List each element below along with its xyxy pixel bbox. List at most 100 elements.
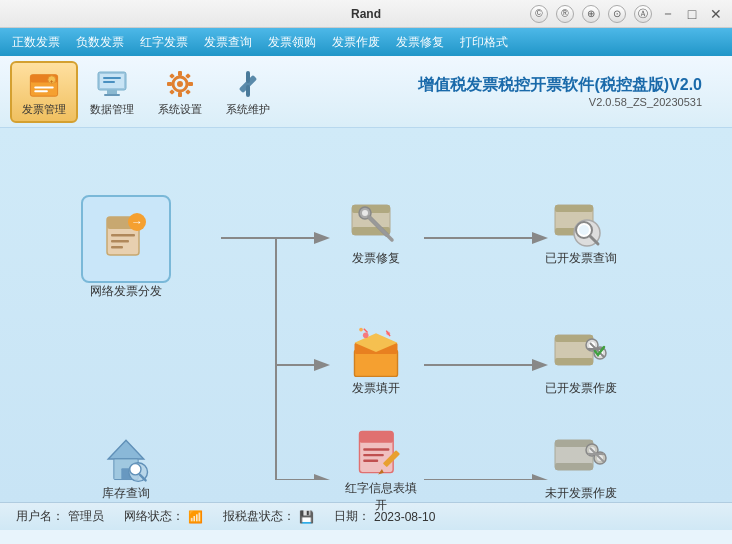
toolbar-sys-maint-label: 系统维护 [226,102,270,117]
status-user: 用户名： 管理员 [16,508,104,525]
icon-circle-dot[interactable]: ⊙ [608,5,626,23]
svg-rect-20 [185,73,191,79]
svg-point-58 [359,327,363,331]
icon-circle-a[interactable]: Ⓐ [634,5,652,23]
svg-rect-77 [359,431,393,442]
svg-rect-14 [178,71,182,76]
node-issued-void-label: 已开发票作废 [545,380,617,397]
svg-rect-17 [188,82,193,86]
svg-point-51 [579,225,589,235]
icon-copyright[interactable]: © [530,5,548,23]
invoice-mgr-icon: + [26,67,62,102]
svg-rect-24 [246,85,250,97]
node-network-dispatch[interactable]: → 网络发票分发 [81,195,171,300]
status-network-label: 网络状态： [124,508,184,525]
toolbar-data-mgr-label: 数据管理 [90,102,134,117]
main-content: → 网络发票分发 发票修复 [0,128,732,502]
menu-invoice-repair[interactable]: 发票修复 [388,30,452,55]
icon-circle-plus[interactable]: ⊕ [582,5,600,23]
title-bar-icons: © ® ⊕ ⊙ Ⓐ － □ ✕ [530,5,724,23]
node-red-info-fill-label: 红字信息表填 开 [345,480,417,514]
svg-rect-63 [555,358,593,365]
svg-text:+: + [50,77,54,83]
invoice-fill-icon-box [347,325,405,380]
svg-rect-3 [34,90,48,92]
toolbar-data-mgr[interactable]: 数据管理 [78,61,146,123]
node-invoice-fill[interactable]: 发票填开 [331,325,421,397]
unissued-void-icon-box [552,430,610,485]
svg-rect-10 [103,77,121,79]
toolbar: + 发票管理 数据管理 [0,56,732,128]
stock-query-icon [97,429,155,487]
svg-marker-70 [108,440,144,459]
svg-rect-36 [111,246,123,249]
node-issued-query[interactable]: 已开发票查询 [536,195,626,267]
status-taxdisk-label: 报税盘状态： [223,508,295,525]
status-taxdisk-icon: 💾 [299,510,314,524]
sys-settings-icon [162,66,198,102]
sys-maint-icon [230,66,266,102]
minimize-button[interactable]: － [660,6,676,22]
icon-registered[interactable]: ® [556,5,574,23]
menu-invoice-void[interactable]: 发票作废 [324,30,388,55]
menu-bar: 正数发票 负数发票 红字发票 发票查询 发票领购 发票作废 发票修复 打印格式 [0,28,732,56]
data-mgr-icon [94,66,130,102]
toolbar-invoice-mgr[interactable]: + 发票管理 [10,61,78,123]
flow-diagram: → 网络发票分发 发票修复 [26,150,706,480]
menu-red-invoice[interactable]: 红字发票 [132,30,196,55]
menu-invoice-purchase[interactable]: 发票领购 [260,30,324,55]
stock-query-icon-box [97,430,155,485]
node-red-info-fill[interactable]: 红字信息表填 开 [331,425,431,514]
svg-rect-53 [354,350,397,376]
node-unissued-void[interactable]: 未开发票作废 [536,430,626,502]
node-network-dispatch-label: 网络发票分发 [90,283,162,300]
status-network: 网络状态： 📶 [124,508,203,525]
menu-negative-invoice[interactable]: 负数发票 [68,30,132,55]
status-network-icon: 📶 [188,510,203,524]
svg-rect-35 [111,240,129,243]
invoice-repair-icon [347,195,405,250]
issued-query-icon [552,195,610,250]
issued-query-icon-box [552,195,610,250]
node-stock-query-label: 库存查询 [102,485,150,502]
toolbar-sys-maint[interactable]: 系统维护 [214,61,282,123]
menu-print-format[interactable]: 打印格式 [452,30,516,55]
svg-point-13 [177,81,183,87]
status-user-value: 管理员 [68,508,104,525]
svg-rect-23 [246,71,250,83]
svg-rect-16 [167,82,172,86]
node-invoice-repair[interactable]: 发票修复 [331,195,421,267]
node-invoice-fill-label: 发票填开 [352,380,400,397]
svg-rect-47 [555,205,593,212]
red-info-fill-icon [352,424,410,482]
node-issued-void[interactable]: 已开发票作废 [536,325,626,397]
issued-void-icon-box [552,325,610,380]
svg-point-74 [130,463,141,474]
maximize-button[interactable]: □ [684,6,700,22]
title-bar: Rand © ® ⊕ ⊙ Ⓐ － □ ✕ [0,0,732,28]
toolbar-sys-settings[interactable]: 系统设置 [146,61,214,123]
svg-rect-9 [104,94,120,96]
svg-rect-34 [111,234,135,237]
node-issued-query-label: 已开发票查询 [545,250,617,267]
svg-rect-2 [34,86,53,88]
node-stock-query[interactable]: 库存查询 [81,430,171,502]
svg-line-59 [364,328,368,332]
svg-rect-79 [363,453,384,455]
svg-point-56 [363,332,369,338]
svg-rect-8 [107,90,117,94]
menu-positive-invoice[interactable]: 正数发票 [4,30,68,55]
title-bar-text: Rand [351,7,381,21]
svg-rect-15 [178,92,182,97]
status-user-label: 用户名： [16,508,64,525]
svg-rect-21 [169,89,175,95]
close-button[interactable]: ✕ [708,6,724,22]
invoice-repair-icon-box [347,195,405,250]
toolbar-invoice-mgr-label: 发票管理 [22,102,66,117]
node-unissued-void-label: 未开发票作废 [545,485,617,502]
menu-invoice-query[interactable]: 发票查询 [196,30,260,55]
app-title-sub: V2.0.58_ZS_20230531 [418,96,702,108]
svg-rect-78 [363,448,389,450]
app-title-main: 增值税发票税控开票软件(税控盘版)V2.0 [418,75,702,96]
svg-rect-80 [363,459,378,461]
